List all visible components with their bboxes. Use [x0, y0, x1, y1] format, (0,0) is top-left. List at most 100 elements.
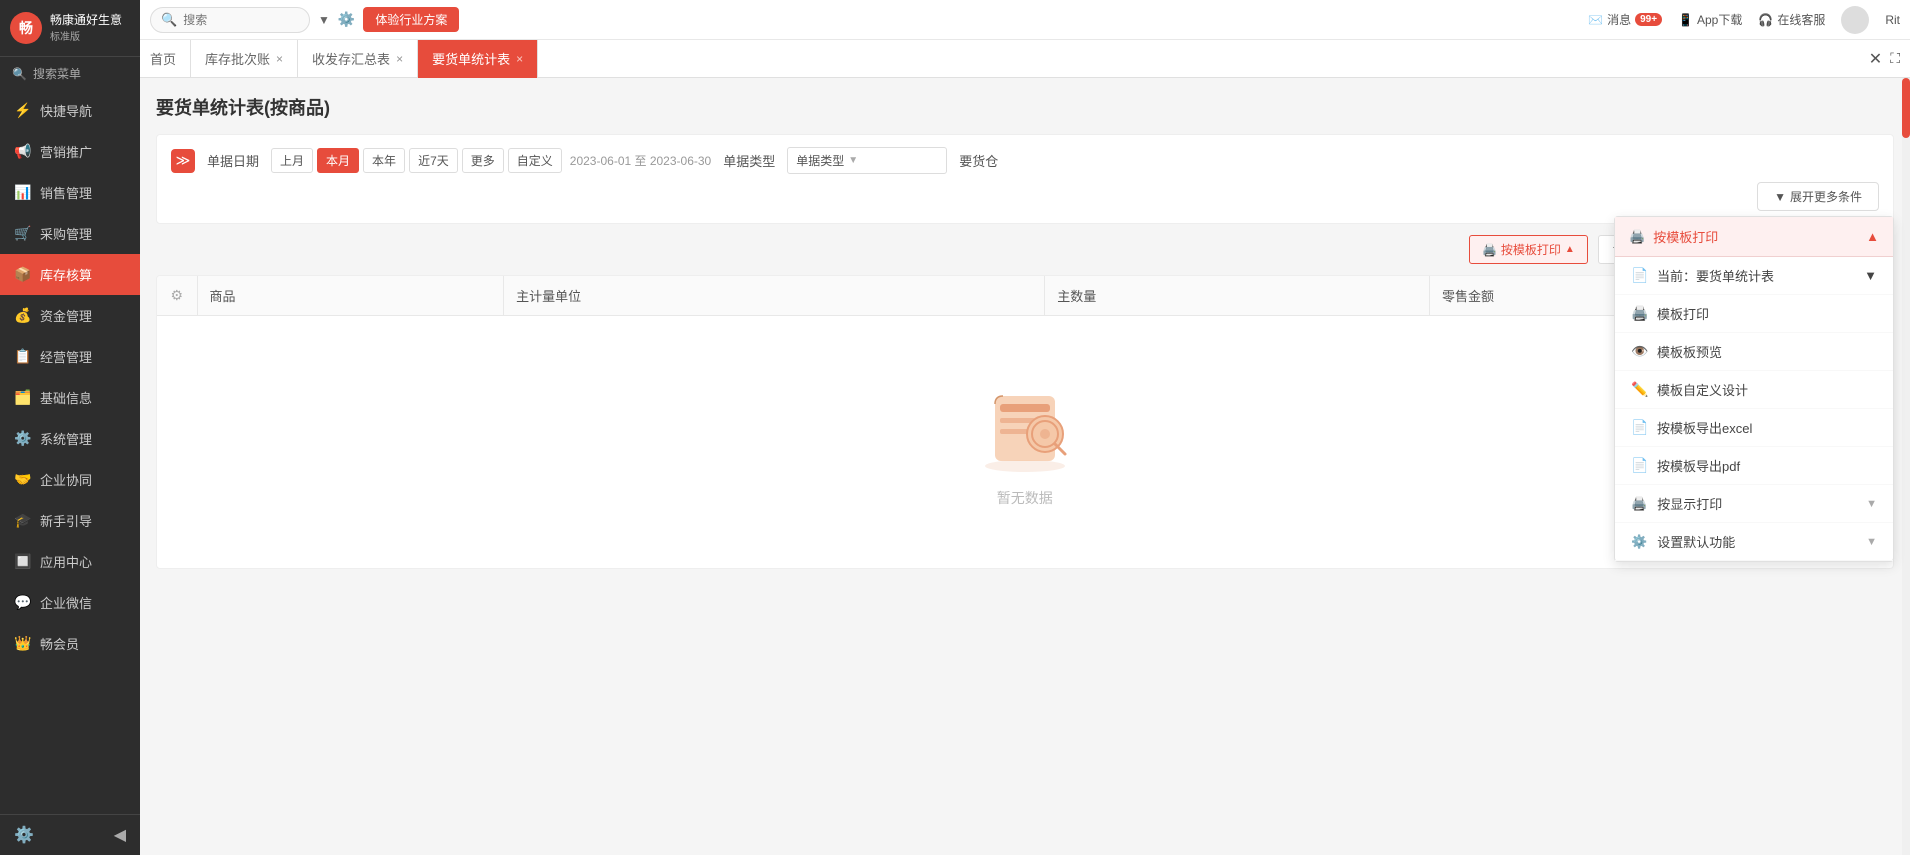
app-download-button[interactable]: 📱 App下载 — [1678, 11, 1742, 28]
set-default-label: 设置默认功能 — [1657, 532, 1735, 551]
template-pdf-item[interactable]: 📄 按模板导出pdf — [1615, 447, 1893, 485]
expand-more-label: 展开更多条件 — [1790, 188, 1862, 205]
table-col-settings[interactable]: ⚙ — [157, 276, 197, 316]
goods-warehouse-label: 要货仓 — [959, 151, 998, 170]
display-print-item[interactable]: 🖨️ 按显示打印 ▼ — [1615, 485, 1893, 523]
expand-more-conditions-btn[interactable]: ▼ 展开更多条件 — [1757, 182, 1879, 211]
enterprise-icon: 🤝 — [14, 471, 32, 489]
sidebar-item-label: 经营管理 — [40, 347, 92, 366]
tab-demand-summary[interactable]: 要货单统计表 × — [418, 40, 538, 78]
trial-button[interactable]: 体验行业方案 — [363, 7, 459, 32]
topbar-gear-icon[interactable]: ⚙️ — [338, 11, 355, 28]
collapse-icon[interactable]: ◀ — [114, 825, 126, 845]
scrollbar-thumb — [1902, 78, 1910, 138]
sidebar-logo: 畅 畅康通好生意 标准版 — [0, 0, 140, 57]
display-print-icon: 🖨️ — [1631, 496, 1647, 512]
sidebar-search-label: 搜索菜单 — [33, 65, 81, 82]
tab-home[interactable]: 首页 — [150, 40, 191, 78]
template-preview-item[interactable]: 👁️ 模板板预览 — [1615, 333, 1893, 371]
sidebar-item-label: 企业协同 — [40, 470, 92, 489]
order-type-select[interactable]: 单据类型 ▼ — [787, 147, 947, 174]
tab-batch-account[interactable]: 库存批次账 × — [191, 40, 298, 78]
print-header-label: 按模板打印 — [1653, 227, 1718, 246]
online-service-button[interactable]: 🎧 在线客服 — [1758, 11, 1825, 28]
date-filter-label: 单据日期 — [207, 151, 259, 170]
username-label: Rit — [1885, 13, 1900, 27]
order-type-label: 单据类型 — [723, 151, 775, 170]
set-default-item[interactable]: ⚙️ 设置默认功能 ▼ — [1615, 523, 1893, 561]
table-settings-icon[interactable]: ⚙ — [170, 287, 183, 303]
tab-expand-button[interactable]: ⛶ — [1890, 50, 1900, 67]
print-chevron-icon: ▲ — [1565, 244, 1575, 255]
print-header-chevron-icon: ▲ — [1866, 229, 1879, 244]
date-7days-btn[interactable]: 近7天 — [409, 148, 458, 173]
template-excel-label: 按模板导出excel — [1657, 418, 1752, 437]
template-custom-item[interactable]: ✏️ 模板自定义设计 — [1615, 371, 1893, 409]
sales-icon: 📊 — [14, 184, 32, 202]
sidebar-item-marketing[interactable]: 📢 营销推广 — [0, 131, 140, 172]
topbar-search-box[interactable]: 🔍 — [150, 7, 310, 33]
sidebar-item-wechat[interactable]: 💬 企业微信 — [0, 582, 140, 623]
sidebar-nav: ⚡ 快捷导航 📢 营销推广 📊 销售管理 🛒 采购管理 📦 库存核算 💰 资金管… — [0, 90, 140, 814]
current-template-icon: 📄 — [1631, 267, 1647, 284]
order-type-chevron-icon: ▼ — [848, 155, 858, 166]
table-col-unit: 主计量单位 — [504, 276, 1045, 316]
print-current-item[interactable]: 📄 当前：要货单统计表 ▼ — [1615, 257, 1893, 295]
filter-toggle-button[interactable]: ≫ — [171, 149, 195, 173]
date-last-month-btn[interactable]: 上月 — [271, 148, 313, 173]
sidebar-item-label: 基础信息 — [40, 388, 92, 407]
date-this-year-btn[interactable]: 本年 — [363, 148, 405, 173]
sidebar-item-beginner[interactable]: 🎓 新手引导 — [0, 500, 140, 541]
right-scrollbar[interactable] — [1902, 78, 1910, 855]
template-preview-icon: 👁️ — [1631, 343, 1647, 360]
tab-receipt-summary[interactable]: 收发存汇总表 × — [298, 40, 418, 78]
date-custom-btn[interactable]: 自定义 — [508, 148, 562, 173]
filter-bar: ≫ 单据日期 上月 本月 本年 近7天 更多 自定义 2023-06-01 至 … — [156, 134, 1894, 224]
print-label: 按模板打印 — [1501, 241, 1561, 258]
sidebar-item-enterprise[interactable]: 🤝 企业协同 — [0, 459, 140, 500]
sidebar-item-sales[interactable]: 📊 销售管理 — [0, 172, 140, 213]
sidebar-item-finance[interactable]: 💰 资金管理 — [0, 295, 140, 336]
sidebar-item-quick-nav[interactable]: ⚡ 快捷导航 — [0, 90, 140, 131]
sidebar-item-basic[interactable]: 🗂️ 基础信息 — [0, 377, 140, 418]
sidebar-item-purchase[interactable]: 🛒 采购管理 — [0, 213, 140, 254]
tab-batch-account-close[interactable]: × — [276, 52, 283, 66]
tab-demand-summary-close[interactable]: × — [516, 52, 523, 66]
template-print-item[interactable]: 🖨️ 模板打印 — [1615, 295, 1893, 333]
print-template-button[interactable]: 🖨️ 按模板打印 ▲ — [1469, 235, 1588, 264]
sidebar-item-operations[interactable]: 📋 经营管理 — [0, 336, 140, 377]
member-icon: 👑 — [14, 635, 32, 653]
topbar-nav-dropdown[interactable]: ▼ — [318, 13, 330, 27]
current-template-label: 当前：要货单统计表 — [1657, 266, 1774, 285]
tab-close-all-button[interactable]: ✕ — [1869, 49, 1882, 69]
quick-nav-icon: ⚡ — [14, 102, 32, 120]
sidebar-search-button[interactable]: 🔍 搜索菜单 — [0, 57, 140, 90]
inventory-icon: 📦 — [14, 266, 32, 284]
message-button[interactable]: ✉️ 消息 99+ — [1588, 11, 1662, 28]
expand-icon: ▼ — [1774, 190, 1786, 204]
user-avatar[interactable] — [1841, 6, 1869, 34]
sidebar-item-appstore[interactable]: 🔲 应用中心 — [0, 541, 140, 582]
topbar-right: ✉️ 消息 99+ 📱 App下载 🎧 在线客服 Rit — [1588, 6, 1900, 34]
printer-icon: 🖨️ — [1482, 243, 1497, 257]
message-badge: 99+ — [1635, 13, 1662, 26]
topbar-search-input[interactable] — [183, 13, 299, 27]
display-print-chevron-icon: ▼ — [1866, 498, 1877, 510]
date-this-month-btn[interactable]: 本月 — [317, 148, 359, 173]
set-default-chevron-icon: ▼ — [1866, 536, 1877, 548]
sidebar-item-label: 采购管理 — [40, 224, 92, 243]
sidebar-item-system[interactable]: ⚙️ 系统管理 — [0, 418, 140, 459]
message-icon: ✉️ — [1588, 13, 1603, 27]
template-excel-item[interactable]: 📄 按模板导出excel — [1615, 409, 1893, 447]
date-more-btn[interactable]: 更多 — [462, 148, 504, 173]
app-logo-icon: 畅 — [10, 12, 42, 44]
sidebar-item-label: 资金管理 — [40, 306, 92, 325]
sidebar-item-inventory[interactable]: 📦 库存核算 — [0, 254, 140, 295]
order-type-value: 单据类型 — [796, 152, 844, 169]
sidebar-item-member[interactable]: 👑 畅会员 — [0, 623, 140, 664]
settings-bottom-icon[interactable]: ⚙️ — [14, 825, 34, 845]
table-col-goods: 商品 — [197, 276, 504, 316]
tab-receipt-summary-close[interactable]: × — [396, 52, 403, 66]
print-dropdown-header[interactable]: 🖨️ 按模板打印 ▲ — [1615, 217, 1893, 257]
message-label: 消息 — [1607, 11, 1631, 28]
